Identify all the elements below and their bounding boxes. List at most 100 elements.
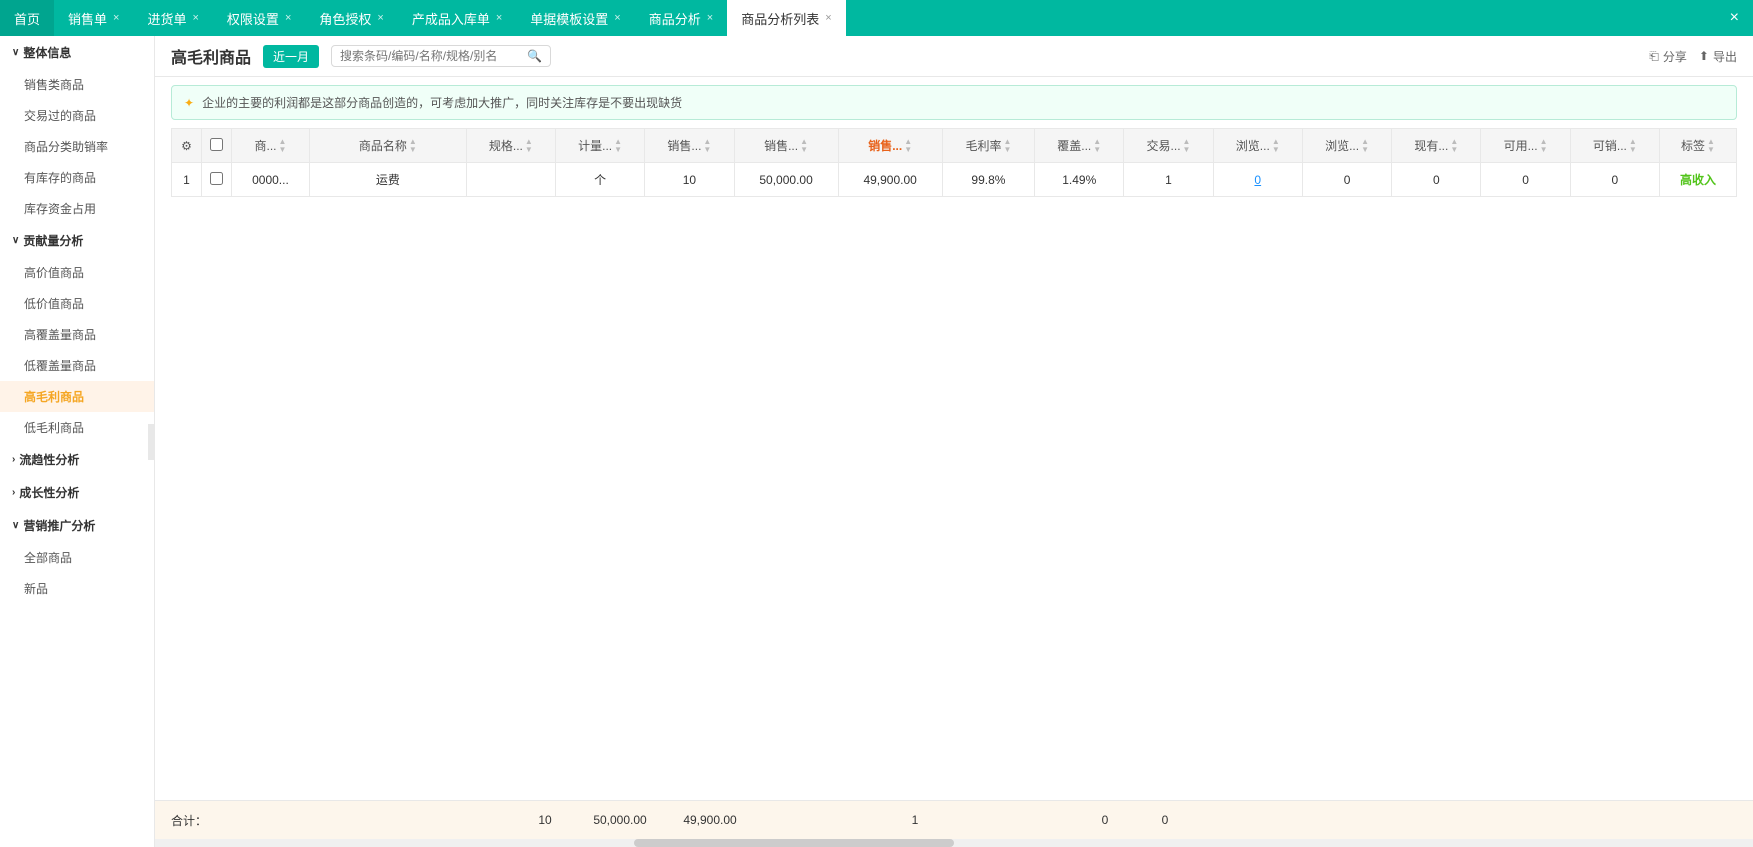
sort-tag[interactable]: ▲▼	[1707, 138, 1715, 154]
cell-sellable: 0	[1570, 163, 1659, 197]
sort-browse2[interactable]: ▲▼	[1361, 138, 1369, 154]
nav-close-products[interactable]: ×	[496, 12, 502, 24]
sidebar-item-in-stock[interactable]: 有库存的商品	[0, 162, 154, 193]
nav-close-all[interactable]: ×	[1716, 9, 1753, 27]
nav-item-products[interactable]: 产成品入库单 ×	[398, 0, 516, 36]
nav-close-analysis-list[interactable]: ×	[825, 12, 831, 24]
sort-gross[interactable]: ▲▼	[1003, 138, 1011, 154]
nav-label-roles: 角色授权	[319, 9, 371, 28]
footer-label: 合计：	[171, 812, 207, 829]
col-browse1[interactable]: 浏览... ▲▼	[1213, 129, 1302, 163]
share-icon: ⎗	[1649, 49, 1659, 64]
col-gross-rate[interactable]: 毛利率 ▲▼	[942, 129, 1034, 163]
export-button[interactable]: ⬆ 导出	[1699, 48, 1737, 65]
col-sellable[interactable]: 可销... ▲▼	[1570, 129, 1659, 163]
col-code[interactable]: 商... ▲▼	[232, 129, 310, 163]
nav-item-analysis-list[interactable]: 商品分析列表 ×	[727, 0, 845, 36]
cell-name: 运费	[309, 163, 466, 197]
time-filter-button[interactable]: 近一月	[263, 45, 319, 68]
export-icon: ⬆	[1699, 49, 1709, 63]
nav-item-permissions[interactable]: 权限设置 ×	[213, 0, 305, 36]
sort-sellable[interactable]: ▲▼	[1629, 138, 1637, 154]
cell-checkbox[interactable]	[202, 163, 232, 197]
nav-item-purchase[interactable]: 进货单 ×	[133, 0, 212, 36]
nav-close-permissions[interactable]: ×	[285, 12, 291, 24]
nav-item-home[interactable]: 首页	[0, 0, 54, 36]
sidebar-item-low-margin[interactable]: 低毛利商品	[0, 412, 154, 443]
sort-sales1[interactable]: ▲▼	[703, 138, 711, 154]
nav-label-home: 首页	[14, 9, 40, 28]
sidebar-group-marketing[interactable]: ∨ 营销推广分析	[0, 509, 154, 542]
row-checkbox[interactable]	[210, 172, 223, 185]
share-label: 分享	[1663, 48, 1687, 65]
nav-item-templates[interactable]: 单据模板设置 ×	[516, 0, 634, 36]
search-box[interactable]: 🔍	[331, 45, 551, 67]
col-name[interactable]: 商品名称 ▲▼	[309, 129, 466, 163]
col-unit[interactable]: 计量... ▲▼	[555, 129, 644, 163]
nav-item-analysis[interactable]: 商品分析 ×	[635, 0, 727, 36]
col-tag[interactable]: 标签 ▲▼	[1659, 129, 1736, 163]
col-spec[interactable]: 规格... ▲▼	[466, 129, 555, 163]
sidebar-collapse-button[interactable]: 《	[148, 424, 155, 460]
col-browse2[interactable]: 浏览... ▲▼	[1302, 129, 1391, 163]
share-button[interactable]: ⎗ 分享	[1649, 48, 1687, 65]
sidebar-group-growth[interactable]: › 成长性分析	[0, 476, 154, 509]
nav-close-roles[interactable]: ×	[377, 12, 383, 24]
nav-close-analysis[interactable]: ×	[707, 12, 713, 24]
sidebar-group-contribution-label: 贡献量分析	[23, 232, 83, 249]
horizontal-scrollbar[interactable]	[155, 839, 1753, 847]
col-checkbox[interactable]	[202, 129, 232, 163]
col-sales1[interactable]: 销售... ▲▼	[645, 129, 734, 163]
sort-coverage[interactable]: ▲▼	[1093, 138, 1101, 154]
sort-current[interactable]: ▲▼	[1450, 138, 1458, 154]
sidebar-item-new-goods[interactable]: 新品	[0, 573, 154, 604]
settings-icon[interactable]: ⚙	[181, 139, 192, 153]
col-sales3[interactable]: 销售... ▲▼	[838, 129, 942, 163]
sidebar-item-stock-capital[interactable]: 库存资金占用	[0, 193, 154, 224]
sort-sales3[interactable]: ▲▼	[904, 138, 912, 154]
nav-close-purchase[interactable]: ×	[192, 12, 198, 24]
sort-spec[interactable]: ▲▼	[525, 138, 533, 154]
col-current[interactable]: 现有... ▲▼	[1392, 129, 1481, 163]
col-available[interactable]: 可用... ▲▼	[1481, 129, 1570, 163]
sort-available[interactable]: ▲▼	[1540, 138, 1548, 154]
scrollbar-thumb[interactable]	[634, 839, 954, 847]
select-all-checkbox[interactable]	[210, 138, 223, 151]
sort-sales2[interactable]: ▲▼	[800, 138, 808, 154]
sort-browse1[interactable]: ▲▼	[1272, 138, 1280, 154]
sort-unit[interactable]: ▲▼	[614, 138, 622, 154]
sidebar-item-low-value[interactable]: 低价值商品	[0, 288, 154, 319]
sidebar-item-low-coverage[interactable]: 低覆盖量商品	[0, 350, 154, 381]
col-settings[interactable]: ⚙	[172, 129, 202, 163]
sidebar-group-contribution[interactable]: ∨ 贡献量分析	[0, 224, 154, 257]
sidebar-item-category-rate[interactable]: 商品分类助销率	[0, 131, 154, 162]
nav-item-sales[interactable]: 销售单 ×	[54, 0, 133, 36]
nav-close-templates[interactable]: ×	[614, 12, 620, 24]
sidebar-item-high-coverage[interactable]: 高覆盖量商品	[0, 319, 154, 350]
col-transactions[interactable]: 交易... ▲▼	[1124, 129, 1213, 163]
sidebar-group-trend[interactable]: › 流趋性分析	[0, 443, 154, 476]
cell-browse1[interactable]: 0	[1213, 163, 1302, 197]
sort-transactions[interactable]: ▲▼	[1183, 138, 1191, 154]
cell-index: 1	[172, 163, 202, 197]
sidebar-item-all-goods[interactable]: 全部商品	[0, 542, 154, 573]
content-area: 高毛利商品 近一月 🔍 ⎗ 分享 ⬆ 导出 ✦ 企业的主要的利润都是这部分商品创…	[155, 36, 1753, 847]
cell-unit: 个	[555, 163, 644, 197]
col-sales2[interactable]: 销售... ▲▼	[734, 129, 838, 163]
sidebar-item-high-margin[interactable]: 高毛利商品	[0, 381, 154, 412]
nav-label-permissions: 权限设置	[227, 9, 279, 28]
col-coverage[interactable]: 覆盖... ▲▼	[1035, 129, 1124, 163]
search-input[interactable]	[340, 49, 527, 63]
sidebar-item-traded-goods[interactable]: 交易过的商品	[0, 100, 154, 131]
nav-label-analysis: 商品分析	[649, 9, 701, 28]
footer-cells: 10 50,000.00 49,900.00 1 0 0	[215, 809, 1737, 831]
sort-name[interactable]: ▲▼	[409, 138, 417, 154]
nav-close-sales[interactable]: ×	[113, 12, 119, 24]
nav-label-analysis-list: 商品分析列表	[741, 9, 819, 28]
sidebar-item-sales-goods[interactable]: 销售类商品	[0, 69, 154, 100]
search-icon[interactable]: 🔍	[527, 49, 542, 63]
sidebar-group-overall[interactable]: ∨ 整体信息	[0, 36, 154, 69]
nav-item-roles[interactable]: 角色授权 ×	[305, 0, 397, 36]
sort-code[interactable]: ▲▼	[279, 138, 287, 154]
sidebar-item-high-value[interactable]: 高价值商品	[0, 257, 154, 288]
